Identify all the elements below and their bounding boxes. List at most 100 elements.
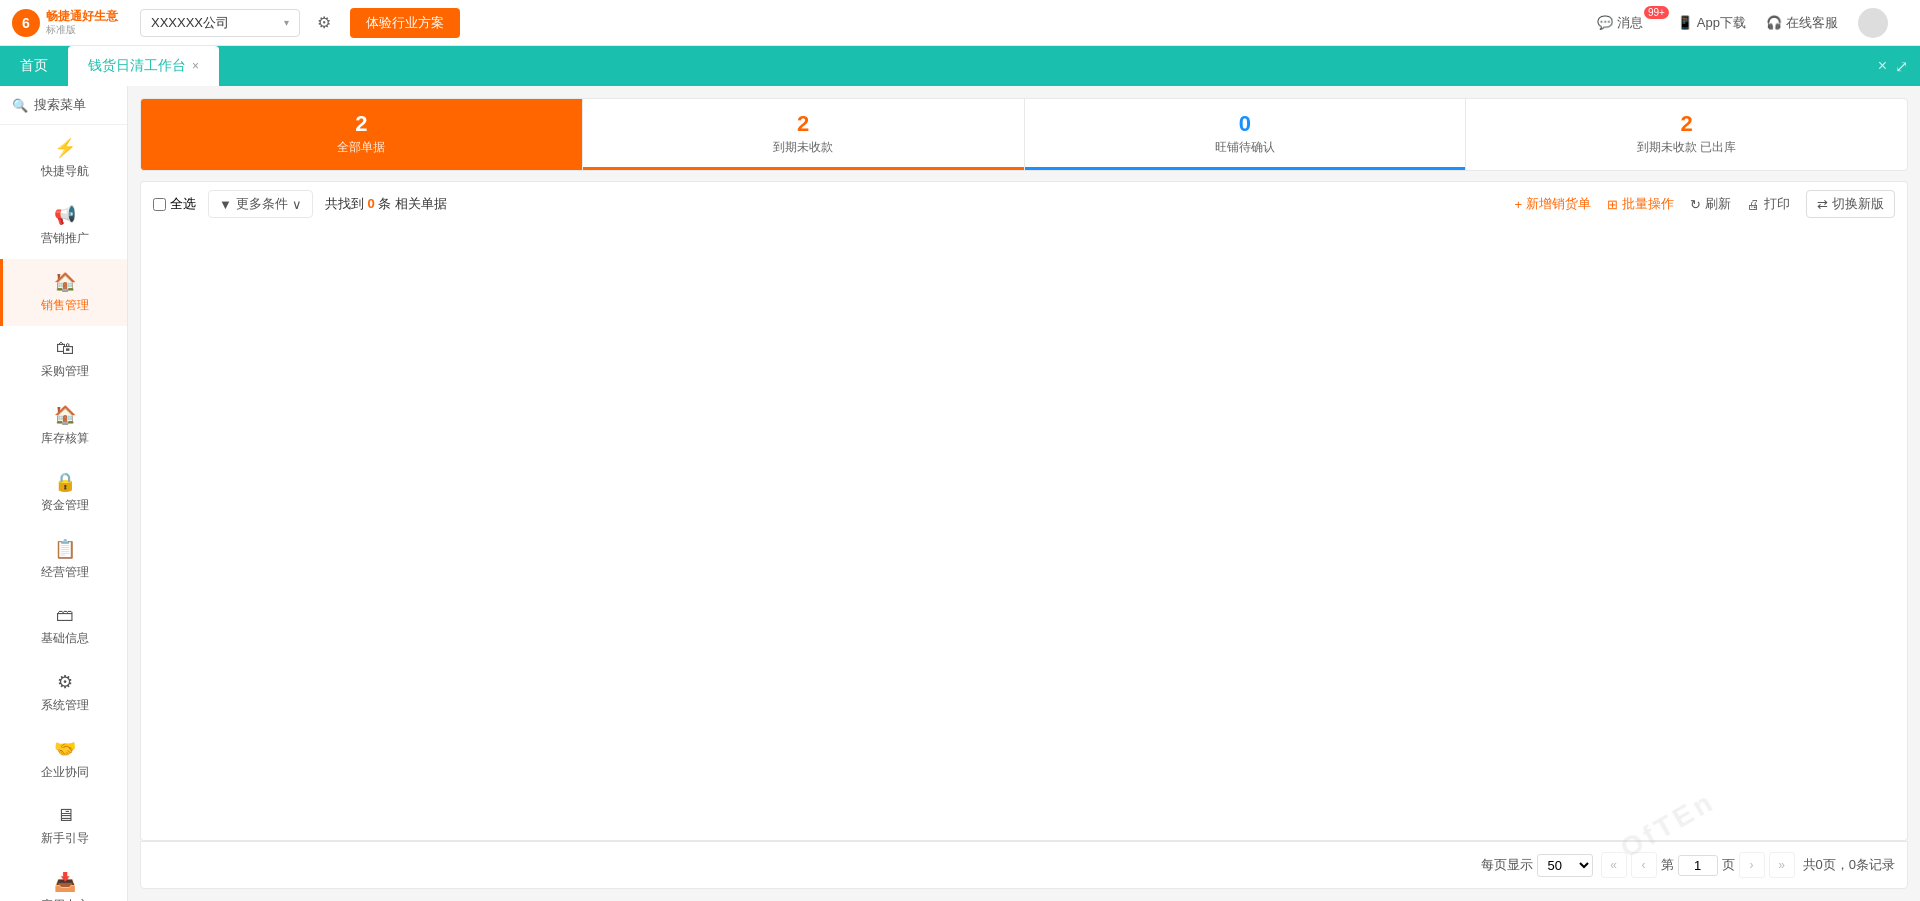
batch-label: 批量操作 <box>1622 195 1674 213</box>
stat-num-all: 2 <box>161 113 562 135</box>
message-label: 消息 <box>1617 14 1643 32</box>
stat-card-all[interactable]: 2 全部单据 <box>141 99 583 170</box>
company-chevron-icon: ▾ <box>284 17 289 28</box>
stat-label-all: 全部单据 <box>161 139 562 156</box>
sidebar-search[interactable]: 🔍 搜索菜单 <box>0 86 127 125</box>
page-size-select[interactable]: 50 100 200 <box>1537 854 1593 877</box>
stat-card-pending[interactable]: 0 旺铺待确认 <box>1025 99 1467 170</box>
maximize-icon[interactable]: ⤢ <box>1895 57 1908 76</box>
sidebar-item-operation[interactable]: 📋 经营管理 <box>0 526 127 593</box>
page-size-label: 每页显示 <box>1481 856 1533 874</box>
sidebar-item-system[interactable]: ⚙ 系统管理 <box>0 659 127 726</box>
tab-bar-controls: × ⤢ <box>1878 57 1920 76</box>
avatar[interactable] <box>1858 8 1888 38</box>
stat-card-overdue-out[interactable]: 2 到期未收款 已出库 <box>1466 99 1907 170</box>
quick-nav-icon: ⚡ <box>54 137 76 159</box>
sidebar-item-basic-info[interactable]: 🗃 基础信息 <box>0 593 127 659</box>
sidebar-label-purchase: 采购管理 <box>41 363 89 380</box>
sidebar-item-inventory[interactable]: 🏠 库存核算 <box>0 392 127 459</box>
tab-bar: 首页 钱货日清工作台 × × ⤢ <box>0 46 1920 86</box>
sidebar-item-sales[interactable]: 🏠 销售管理 <box>0 259 127 326</box>
filter-chevron-icon: ∨ <box>292 197 302 212</box>
marketing-icon: 📢 <box>54 204 76 226</box>
pagination: 每页显示 50 100 200 « ‹ 第 页 › » 共0页，0条记录 <box>140 841 1908 889</box>
stat-label-pending: 旺铺待确认 <box>1045 139 1446 156</box>
minimize-icon[interactable]: × <box>1878 57 1887 75</box>
first-page-button[interactable]: « <box>1601 852 1627 878</box>
switch-icon: ⇄ <box>1817 197 1828 212</box>
main-layout: 🔍 搜索菜单 ⚡ 快捷导航 📢 营销推广 🏠 销售管理 🛍 采购管理 🏠 库存核… <box>0 86 1920 901</box>
app-center-icon: 📥 <box>54 871 76 893</box>
sidebar-item-quick-nav[interactable]: ⚡ 快捷导航 <box>0 125 127 192</box>
content-area: 2 全部单据 2 到期未收款 0 旺铺待确认 2 到期未收款 已出库 <box>128 86 1920 901</box>
add-sales-order-button[interactable]: + 新增销货单 <box>1514 195 1591 213</box>
found-prefix: 共找到 <box>325 196 364 211</box>
logo-icon: 6 <box>12 9 40 37</box>
message-button[interactable]: 💬 消息 99+ <box>1597 14 1657 32</box>
sidebar-item-guide[interactable]: 🖥 新手引导 <box>0 793 127 859</box>
total-info: 共0页，0条记录 <box>1803 856 1895 874</box>
page-prefix-label: 第 <box>1661 856 1674 874</box>
prev-page-button[interactable]: ‹ <box>1631 852 1657 878</box>
inventory-icon: 🏠 <box>54 404 76 426</box>
sidebar-item-app-center[interactable]: 📥 应用中心 <box>0 859 127 901</box>
toolbar: 全选 ▼ 更多条件 ∨ 共找到 0 条 相关单据 + 新增销货单 <box>140 181 1908 226</box>
online-service-label: 在线客服 <box>1786 14 1838 32</box>
app-download-label: App下载 <box>1697 14 1746 32</box>
next-page-button[interactable]: › <box>1739 852 1765 878</box>
switch-label: 切换新版 <box>1832 195 1884 213</box>
search-icon: 🔍 <box>12 98 28 113</box>
select-all-checkbox[interactable]: 全选 <box>153 195 196 213</box>
print-label: 打印 <box>1764 195 1790 213</box>
company-selector[interactable]: XXXXXX公司 ▾ <box>140 9 300 37</box>
sidebar-item-marketing[interactable]: 📢 营销推广 <box>0 192 127 259</box>
stat-num-overdue: 2 <box>603 113 1004 135</box>
tab-home[interactable]: 首页 <box>0 46 68 86</box>
sidebar-item-enterprise[interactable]: 🤝 企业协同 <box>0 726 127 793</box>
toolbar-right: + 新增销货单 ⊞ 批量操作 ↻ 刷新 🖨 打印 ⇄ 切换新版 <box>1514 190 1895 218</box>
sidebar-label-sales: 销售管理 <box>41 297 89 314</box>
sidebar-label-basic-info: 基础信息 <box>41 630 89 647</box>
batch-operation-button[interactable]: ⊞ 批量操作 <box>1607 195 1674 213</box>
page-suffix-label: 页 <box>1722 856 1735 874</box>
refresh-button[interactable]: ↻ 刷新 <box>1690 195 1731 213</box>
print-button[interactable]: 🖨 打印 <box>1747 195 1790 213</box>
filter-button[interactable]: ▼ 更多条件 ∨ <box>208 190 313 218</box>
found-unit: 条 <box>378 196 391 211</box>
sales-icon: 🏠 <box>54 271 76 293</box>
found-count: 0 <box>368 196 375 211</box>
logo-text: 畅捷通好生意 标准版 <box>46 9 118 35</box>
sidebar-label-marketing: 营销推广 <box>41 230 89 247</box>
logo-area: 6 畅捷通好生意 标准版 <box>12 9 140 37</box>
switch-version-button[interactable]: ⇄ 切换新版 <box>1806 190 1895 218</box>
online-service-button[interactable]: 🎧 在线客服 <box>1766 14 1838 32</box>
tab-close-icon[interactable]: × <box>192 59 199 73</box>
stat-card-overdue[interactable]: 2 到期未收款 <box>583 99 1025 170</box>
app-download-button[interactable]: 📱 App下载 <box>1677 14 1746 32</box>
home-tab-label: 首页 <box>20 57 48 75</box>
page-number-input[interactable] <box>1678 855 1718 876</box>
stat-num-pending: 0 <box>1045 113 1446 135</box>
refresh-label: 刷新 <box>1705 195 1731 213</box>
sidebar-label-app-center: 应用中心 <box>41 897 89 901</box>
add-icon: + <box>1514 197 1522 212</box>
message-badge: 99+ <box>1644 6 1669 19</box>
refresh-icon: ↻ <box>1690 197 1701 212</box>
capital-icon: 🔒 <box>54 471 76 493</box>
sidebar-label-enterprise: 企业协同 <box>41 764 89 781</box>
sidebar-label-quick-nav: 快捷导航 <box>41 163 89 180</box>
experience-button[interactable]: 体验行业方案 <box>350 8 460 38</box>
company-name: XXXXXX公司 <box>151 14 229 32</box>
active-tab-label: 钱货日清工作台 <box>88 57 186 75</box>
stat-label-overdue: 到期未收款 <box>603 139 1004 156</box>
app-title: 畅捷通好生意 <box>46 9 118 23</box>
last-page-button[interactable]: » <box>1769 852 1795 878</box>
sidebar-item-purchase[interactable]: 🛍 采购管理 <box>0 326 127 392</box>
filter-icon: ▼ <box>219 197 232 212</box>
settings-button[interactable]: ⚙ <box>308 7 340 39</box>
app-subtitle: 标准版 <box>46 24 118 36</box>
sidebar-item-capital[interactable]: 🔒 资金管理 <box>0 459 127 526</box>
message-icon: 💬 <box>1597 15 1613 30</box>
tab-active[interactable]: 钱货日清工作台 × <box>68 46 219 86</box>
select-all-input[interactable] <box>153 198 166 211</box>
